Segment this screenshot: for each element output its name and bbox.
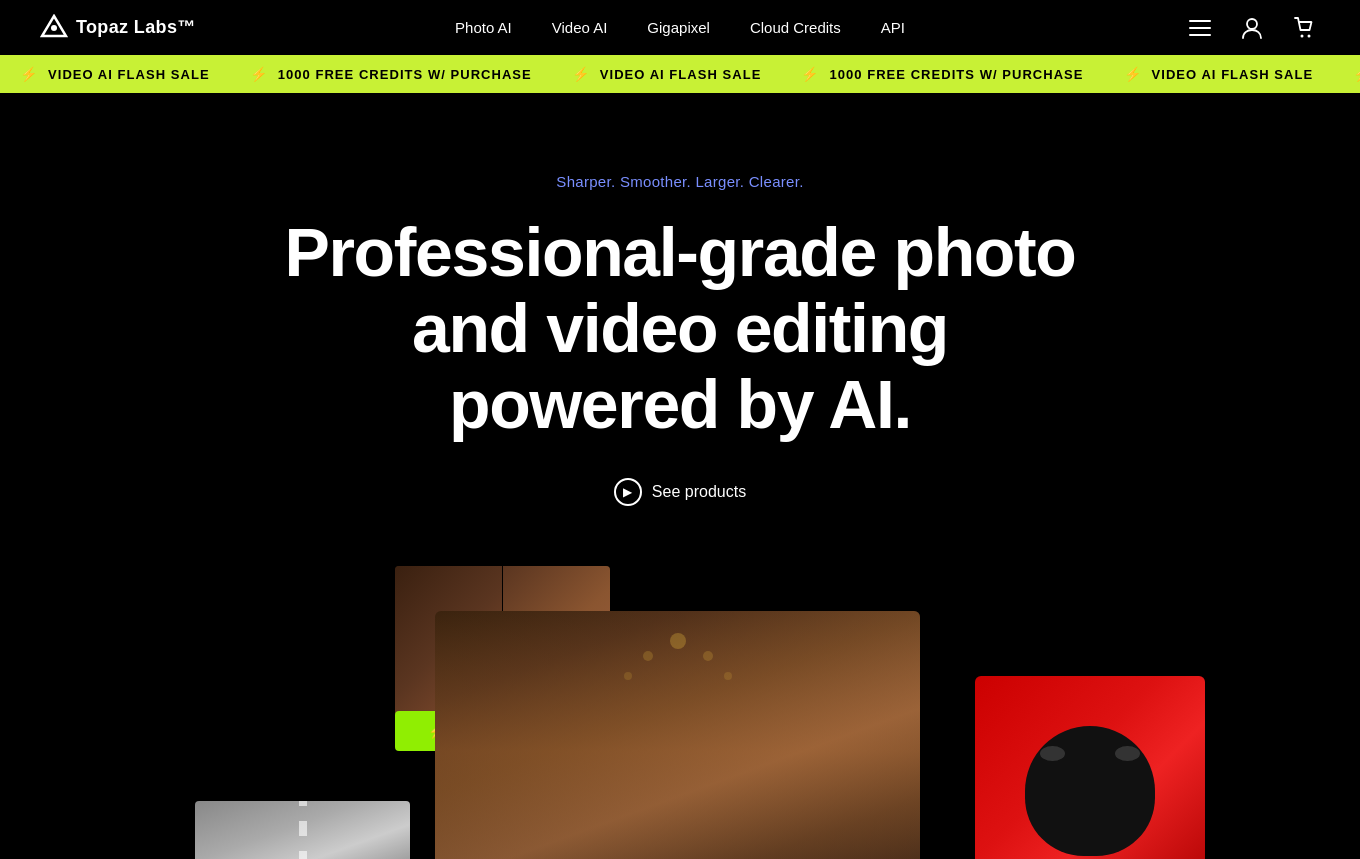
cart-icon [1294, 17, 1314, 39]
ticker-item: ⚡ 1000 FREE CREDITS W/ PURCHASE [230, 66, 552, 82]
nav-photo-ai[interactable]: Photo AI [455, 19, 512, 36]
nav-api[interactable]: API [881, 19, 905, 36]
ticker-item: ⚡ VIDEO AI FLASH SALE [0, 66, 230, 82]
ticker-text: VIDEO AI FLASH SALE [48, 67, 210, 82]
svg-point-9 [643, 651, 653, 661]
ticker-item: ⚡ 1000 FREE CREDITS W/ PURCHASE [1333, 66, 1360, 82]
bolt-icon: ⚡ [1353, 66, 1360, 82]
svg-point-6 [1301, 34, 1304, 37]
ticker-track: ⚡ VIDEO AI FLASH SALE ⚡ 1000 FREE CREDIT… [0, 66, 1360, 82]
menu-icon [1189, 20, 1211, 36]
svg-point-11 [624, 672, 632, 680]
ticker-text: 1000 FREE CREDITS W/ PURCHASE [278, 67, 532, 82]
bolt-icon: ⚡ [250, 66, 268, 82]
bolt-icon: ⚡ [1124, 66, 1142, 82]
see-products-button[interactable]: ▶ See products [614, 478, 746, 506]
chandelier-decoration [578, 621, 778, 701]
nav-video-ai[interactable]: Video AI [552, 19, 608, 36]
hero-title: Professional-grade photo and video editi… [280, 214, 1080, 442]
logo-text: Topaz Labs™ [76, 17, 196, 38]
cta-label: See products [652, 483, 746, 501]
road-markings [299, 801, 307, 859]
pug-photo [975, 676, 1205, 859]
ticker-item: ⚡ VIDEO AI FLASH SALE [552, 66, 782, 82]
menu-button[interactable] [1184, 12, 1216, 44]
svg-point-12 [724, 672, 732, 680]
hero-tagline: Sharper. Smoother. Larger. Clearer. [40, 173, 1320, 190]
logo-icon [40, 14, 68, 42]
bolt-icon: ⚡ [801, 66, 819, 82]
cart-button[interactable] [1288, 12, 1320, 44]
svg-point-5 [1247, 19, 1257, 29]
ticker-item: ⚡ VIDEO AI FLASH SALE [1104, 66, 1334, 82]
video-main-image [435, 611, 920, 859]
svg-point-10 [703, 651, 713, 661]
account-button[interactable] [1236, 12, 1268, 44]
demo-images-section: ⚡ Run Autopilot [0, 566, 1360, 859]
promo-ticker: ⚡ VIDEO AI FLASH SALE ⚡ 1000 FREE CREDIT… [0, 55, 1360, 93]
ticker-text: 1000 FREE CREDITS W/ PURCHASE [829, 67, 1083, 82]
pug-silhouette [1025, 726, 1155, 856]
svg-rect-4 [1189, 34, 1211, 36]
svg-rect-2 [1189, 20, 1211, 22]
road-photo [195, 801, 410, 859]
nav-gigapixel[interactable]: Gigapixel [647, 19, 710, 36]
nav-cloud-credits[interactable]: Cloud Credits [750, 19, 841, 36]
ticker-text: VIDEO AI FLASH SALE [1152, 67, 1314, 82]
hero-section: Sharper. Smoother. Larger. Clearer. Prof… [0, 93, 1360, 566]
nav-links: Photo AI Video AI Gigapixel Cloud Credit… [455, 19, 905, 36]
svg-rect-3 [1189, 27, 1211, 29]
svg-point-1 [51, 25, 57, 31]
navbar: Topaz Labs™ Photo AI Video AI Gigapixel … [0, 0, 1360, 55]
ticker-text: VIDEO AI FLASH SALE [600, 67, 762, 82]
play-circle-icon: ▶ [614, 478, 642, 506]
svg-point-8 [670, 633, 686, 649]
nav-actions [1184, 12, 1320, 44]
bolt-icon: ⚡ [572, 66, 590, 82]
svg-point-7 [1308, 34, 1311, 37]
user-icon [1242, 17, 1262, 39]
logo[interactable]: Topaz Labs™ [40, 14, 196, 42]
bolt-icon: ⚡ [20, 66, 38, 82]
ticker-item: ⚡ 1000 FREE CREDITS W/ PURCHASE [781, 66, 1103, 82]
